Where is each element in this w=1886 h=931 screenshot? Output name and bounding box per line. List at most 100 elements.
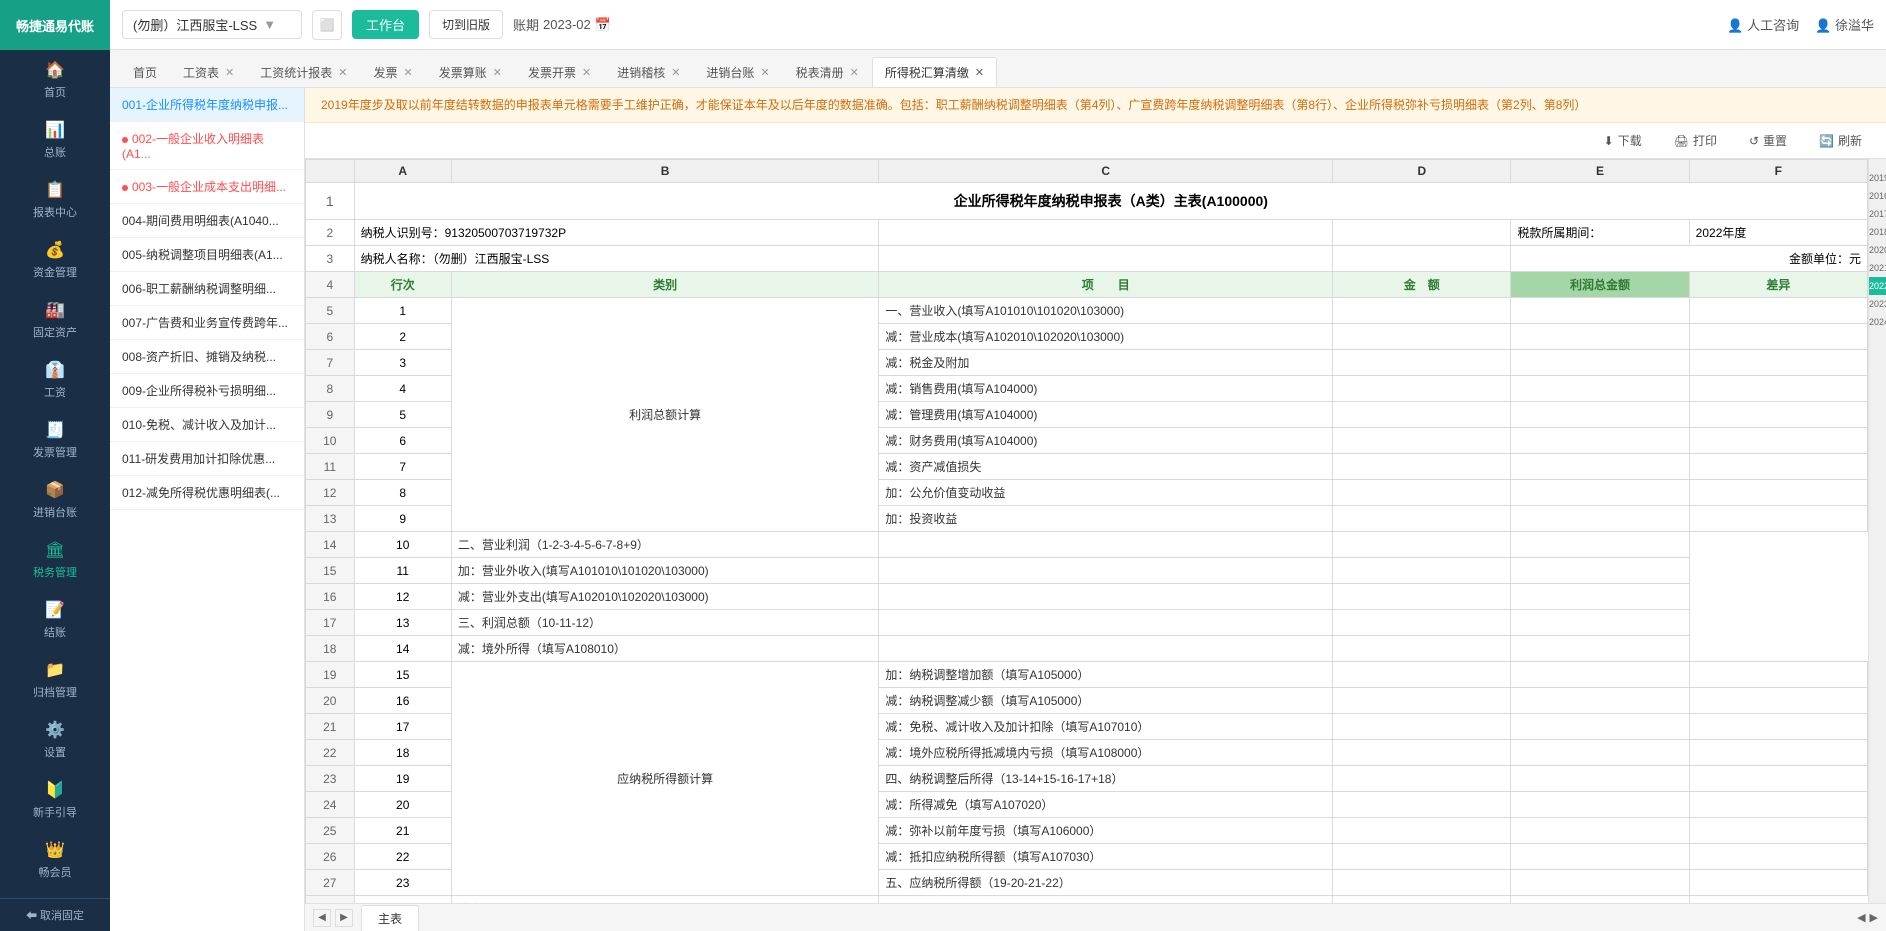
- close-icon[interactable]: ✕: [225, 66, 234, 79]
- sidebar-item-archive[interactable]: 📁 归档管理: [0, 650, 110, 710]
- left-panel-item-012[interactable]: 012-减免所得税优惠明细表(...: [110, 476, 304, 510]
- sidebar-item-assets[interactable]: 🏭 固定资产: [0, 290, 110, 350]
- print-button[interactable]: 🖨 打印: [1666, 129, 1725, 152]
- customer-service-button[interactable]: 👤 人工咨询: [1727, 15, 1799, 34]
- left-panel-item-009[interactable]: 009-企业所得税补亏损明细...: [110, 374, 304, 408]
- switch-version-button[interactable]: 切到旧版: [429, 10, 503, 39]
- sidebar-item-vip[interactable]: 👑 畅会员: [0, 830, 110, 890]
- unpin-button[interactable]: ⬅ 取消固定: [0, 898, 110, 931]
- scroll-left-icon[interactable]: ◀: [1857, 911, 1865, 924]
- col-header-xiangmu: 项 目: [879, 272, 1333, 298]
- user-avatar[interactable]: 👤 徐溢华: [1815, 15, 1874, 34]
- tax-icon: 🏛: [45, 540, 65, 560]
- col-a-header: A: [354, 160, 451, 183]
- category-taxable-calc: 应纳税所得额计算: [451, 662, 879, 896]
- left-panel-item-007[interactable]: 007-广告费和业务宣传费跨年...: [110, 306, 304, 340]
- sidebar-nav: 🏠 首页 📊 总账 📋 报表中心 💰 资金管理 🏭 固定资产 👔 工资 🧾 发票…: [0, 50, 110, 898]
- sidebar-item-reports[interactable]: 📋 报表中心: [0, 170, 110, 230]
- table-row: 1 企业所得税年度纳税申报表（A类）主表(A100000): [306, 183, 1868, 220]
- tab-tax-clearance[interactable]: 税表清册 ✕: [783, 57, 872, 87]
- sheet-next-button[interactable]: ▶: [335, 909, 353, 927]
- tab-invoice[interactable]: 发票 ✕: [360, 57, 425, 87]
- sidebar-item-tax[interactable]: 🏛 税务管理: [0, 530, 110, 590]
- left-panel-item-006[interactable]: 006-职工薪酬纳税调整明细...: [110, 272, 304, 306]
- table-row: 3 纳税人名称：（勿删）江西服宝-LSS 金额单位：元: [306, 246, 1868, 272]
- sidebar-item-settings[interactable]: ⚙️ 设置: [0, 710, 110, 770]
- left-panel-item-003[interactable]: 003-一般企业成本支出明细...: [110, 170, 304, 204]
- reset-icon: ↺: [1749, 134, 1759, 148]
- close-icon[interactable]: ✕: [338, 66, 347, 79]
- close-icon[interactable]: ✕: [582, 66, 591, 79]
- year-2017[interactable]: 2017: [1869, 205, 1886, 223]
- payroll-icon: 👔: [45, 360, 65, 380]
- calendar-icon[interactable]: 📅: [595, 17, 611, 33]
- sidebar-item-finance[interactable]: 💰 资金管理: [0, 230, 110, 290]
- year-2021[interactable]: 2021: [1869, 259, 1886, 277]
- left-panel-item-002[interactable]: 002-一般企业收入明细表(A1...: [110, 122, 304, 170]
- reset-button[interactable]: ↺ 重置: [1741, 129, 1795, 152]
- sidebar-item-label: 固定资产: [33, 324, 77, 340]
- sidebar-item-label: 工资: [44, 384, 66, 400]
- sidebar-item-home[interactable]: 🏠 首页: [0, 50, 110, 110]
- category-profit-calc: 利润总额计算: [451, 298, 879, 532]
- row-num: 1: [306, 183, 355, 220]
- tab-payroll[interactable]: 工资表 ✕: [170, 57, 247, 87]
- tab-purchase-ledger[interactable]: 进销台账 ✕: [693, 57, 782, 87]
- tab-home[interactable]: 首页: [120, 57, 170, 87]
- download-button[interactable]: ⬇ 下载: [1596, 129, 1650, 152]
- left-panel-item-010[interactable]: 010-免税、减计收入及加计...: [110, 408, 304, 442]
- close-icon[interactable]: ✕: [760, 66, 769, 79]
- year-2023[interactable]: 2023: [1869, 295, 1886, 313]
- year-2018[interactable]: 2018: [1869, 223, 1886, 241]
- column-header-row: 4 行次 类别 项 目 金 额 利润总金额 差异: [306, 272, 1868, 298]
- left-panel-item-004[interactable]: 004-期间费用明细表(A1040...: [110, 204, 304, 238]
- sheet-tab-main[interactable]: 主表: [361, 905, 419, 931]
- tab-invoice-open[interactable]: 发票开票 ✕: [515, 57, 604, 87]
- sidebar-item-guide[interactable]: 🔰 新手引导: [0, 770, 110, 830]
- period-label: 账期: [513, 15, 539, 34]
- table-row: 28 24 税率（25%） 0.25: [306, 896, 1868, 904]
- main-area: (勿删）江西服宝-LSS ▼ ⬜ 工作台 切到旧版 账期 2023-02 📅 👤…: [110, 0, 1886, 931]
- guide-icon: 🔰: [45, 780, 65, 800]
- year-2022[interactable]: 2022: [1869, 277, 1886, 295]
- tab-invoice-calc[interactable]: 发票算账 ✕: [426, 57, 515, 87]
- sidebar-item-invoice[interactable]: 🧾 发票管理: [0, 410, 110, 470]
- company-name: (勿删）江西服宝-LSS: [133, 15, 257, 34]
- spreadsheet-area[interactable]: A B C D E F 1 企业所: [305, 159, 1868, 903]
- sidebar-item-close[interactable]: 📝 结账: [0, 590, 110, 650]
- close-icon[interactable]: ✕: [850, 66, 859, 79]
- scroll-right-icon[interactable]: ▶: [1870, 911, 1878, 924]
- left-panel-item-011[interactable]: 011-研发费用加计扣除优惠...: [110, 442, 304, 476]
- invoice-icon: 🧾: [45, 420, 65, 440]
- workbench-button[interactable]: 工作台: [352, 10, 419, 39]
- year-2016[interactable]: 2016: [1869, 187, 1886, 205]
- year-2019[interactable]: 2019: [1869, 169, 1886, 187]
- sidebar-item-label: 结账: [44, 624, 66, 640]
- close-icon[interactable]: ✕: [671, 66, 680, 79]
- left-panel-item-005[interactable]: 005-纳税调整项目明细表(A1...: [110, 238, 304, 272]
- col-c-header: C: [879, 160, 1333, 183]
- close-icon[interactable]: ✕: [404, 66, 413, 79]
- period-value: 2023-02: [543, 17, 591, 32]
- year-2020[interactable]: 2020: [1869, 241, 1886, 259]
- tab-income-tax[interactable]: 所得税汇算清缴 ✕: [872, 57, 997, 87]
- col-header-chay: 差异: [1689, 272, 1867, 298]
- copy-icon[interactable]: ⬜: [312, 10, 342, 40]
- tab-purchase-audit[interactable]: 进销稽核 ✕: [604, 57, 693, 87]
- warning-text: 2019年度步及取以前年度结转数据的申报表单元格需要手工维护正确，才能保证本年及…: [321, 98, 1586, 112]
- left-panel-item-008[interactable]: 008-资产折旧、摊销及纳税...: [110, 340, 304, 374]
- year-2024[interactable]: 2024: [1869, 313, 1886, 331]
- company-selector[interactable]: (勿删）江西服宝-LSS ▼: [122, 10, 302, 39]
- tab-payroll-stats[interactable]: 工资统计报表 ✕: [247, 57, 360, 87]
- refresh-button[interactable]: 🔄 刷新: [1811, 129, 1870, 152]
- sidebar-item-ledger[interactable]: 📊 总账: [0, 110, 110, 170]
- sidebar-item-inventory[interactable]: 📦 进销台账: [0, 470, 110, 530]
- sheet-prev-button[interactable]: ◀: [313, 909, 331, 927]
- left-panel-item-001[interactable]: 001-企业所得税年度纳税申报...: [110, 88, 304, 122]
- empty-cell: [1333, 220, 1511, 246]
- sidebar-item-label: 设置: [44, 744, 66, 760]
- close-icon[interactable]: ✕: [493, 66, 502, 79]
- sidebar-item-payroll[interactable]: 👔 工资: [0, 350, 110, 410]
- close-icon[interactable]: ✕: [975, 66, 984, 79]
- period-display: 账期 2023-02 📅: [513, 15, 611, 34]
